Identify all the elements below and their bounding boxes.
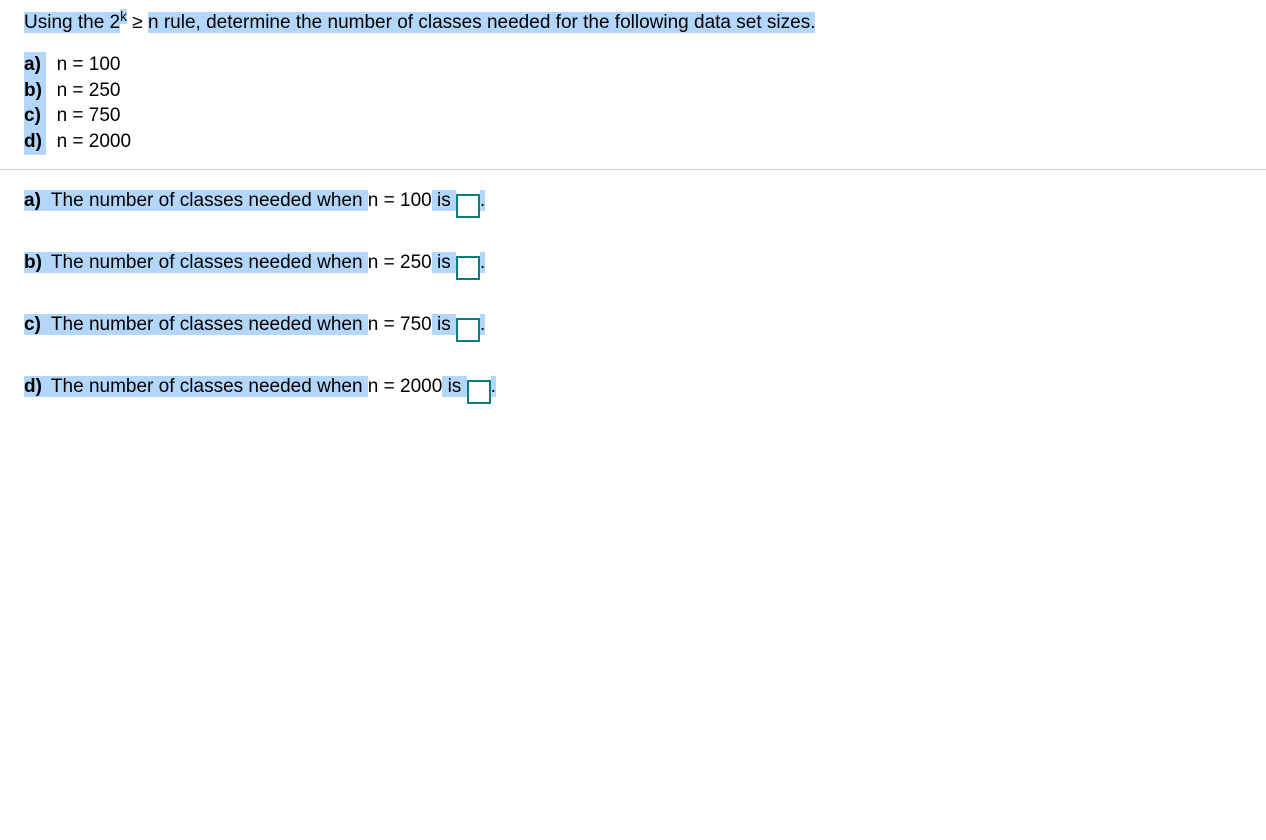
answer-section: a) The number of classes needed when n =…	[0, 188, 1266, 404]
prompt-post: rule, determine the number of classes ne…	[159, 12, 816, 33]
option-list: a) n = 100 b) n = 250 c) n = 750 d) n = …	[24, 52, 1242, 155]
option-letter: a)	[24, 52, 46, 78]
option-letter: d)	[24, 129, 46, 155]
answer-tail: .	[480, 252, 485, 273]
answer-input-c[interactable]	[456, 318, 480, 342]
answer-row-b: b) The number of classes needed when n =…	[24, 250, 1242, 280]
answer-pre: The number of classes needed when	[46, 376, 368, 397]
answer-input-d[interactable]	[467, 380, 491, 404]
answer-mid: n = 100	[368, 190, 432, 211]
answer-mid: n = 250	[368, 252, 432, 273]
answer-letter: c)	[24, 312, 46, 339]
answer-pre: The number of classes needed when	[46, 314, 368, 335]
answer-tail: .	[480, 190, 485, 211]
expr-base: 2	[110, 12, 121, 33]
answer-mid: n = 2000	[368, 376, 443, 397]
list-item: b) n = 250	[24, 78, 1242, 104]
answer-post: is	[432, 252, 456, 273]
answer-row-a: a) The number of classes needed when n =…	[24, 188, 1242, 218]
answer-post: is	[432, 314, 456, 335]
answer-input-b[interactable]	[456, 256, 480, 280]
expr-sup: k	[120, 9, 127, 24]
list-item: c) n = 750	[24, 103, 1242, 129]
option-text: n = 750	[57, 105, 121, 126]
answer-post: is	[442, 376, 466, 397]
question-prompt: Using the 2k ≥ n rule, determine the num…	[24, 12, 1242, 34]
answer-mid: n = 750	[368, 314, 432, 335]
option-text: n = 100	[57, 54, 121, 75]
option-text: n = 250	[57, 80, 121, 101]
list-item: d) n = 2000	[24, 129, 1242, 155]
answer-row-d: d) The number of classes needed when n =…	[24, 374, 1242, 404]
answer-letter: d)	[24, 374, 46, 401]
divider	[0, 169, 1266, 170]
answer-post: is	[432, 190, 456, 211]
option-text: n = 2000	[57, 131, 132, 152]
answer-letter: a)	[24, 188, 46, 215]
answer-pre: The number of classes needed when	[46, 252, 368, 273]
answer-letter: b)	[24, 250, 46, 277]
expr-rel: ≥	[132, 12, 142, 33]
list-item: a) n = 100	[24, 52, 1242, 78]
prompt-pre: Using the	[24, 12, 110, 33]
expr-n: n	[148, 12, 159, 33]
answer-tail: .	[491, 376, 496, 397]
option-letter: c)	[24, 103, 46, 129]
option-letter: b)	[24, 78, 46, 104]
answer-pre: The number of classes needed when	[46, 190, 368, 211]
answer-input-a[interactable]	[456, 194, 480, 218]
answer-tail: .	[480, 314, 485, 335]
answer-row-c: c) The number of classes needed when n =…	[24, 312, 1242, 342]
